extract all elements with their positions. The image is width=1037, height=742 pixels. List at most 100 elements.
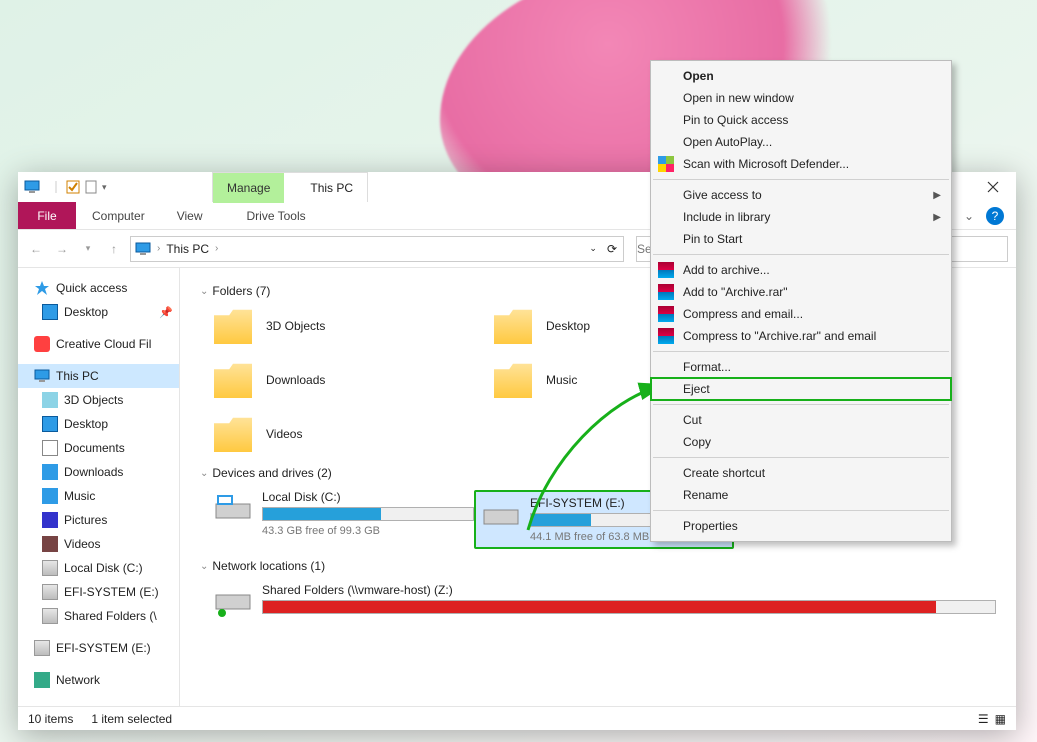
network-section-header[interactable]: ⌄Network locations (1) bbox=[200, 559, 996, 573]
desktop-icon bbox=[42, 416, 58, 432]
menu-give-access[interactable]: Give access to▶ bbox=[651, 184, 951, 206]
computer-tab[interactable]: Computer bbox=[76, 202, 161, 229]
status-count: 10 items bbox=[28, 712, 73, 726]
view-tab[interactable]: View bbox=[161, 202, 219, 229]
drive-usage-bar bbox=[262, 507, 474, 521]
address-sep-icon[interactable]: › bbox=[157, 243, 160, 254]
folder-label: 3D Objects bbox=[266, 319, 325, 333]
file-tab[interactable]: File bbox=[18, 202, 76, 229]
disk-icon bbox=[214, 494, 252, 524]
folder-label: Desktop bbox=[546, 319, 590, 333]
sidebar-music[interactable]: Music bbox=[18, 484, 179, 508]
sidebar-item-label: EFI-SYSTEM (E:) bbox=[56, 641, 151, 655]
sidebar-efi[interactable]: EFI-SYSTEM (E:) bbox=[18, 580, 179, 604]
qat-doc-icon[interactable] bbox=[84, 180, 98, 194]
sidebar-item-label: Desktop bbox=[64, 417, 108, 431]
menu-label: Compress and email... bbox=[683, 307, 803, 321]
menu-separator bbox=[653, 179, 949, 180]
menu-rename[interactable]: Rename bbox=[651, 484, 951, 506]
nav-up-button[interactable]: ↑ bbox=[104, 239, 124, 259]
nav-recent-button[interactable]: ▾ bbox=[78, 239, 98, 259]
folder-label: Downloads bbox=[266, 373, 325, 387]
ribbon-help-area: ⌄ ? bbox=[964, 202, 1016, 229]
help-icon[interactable]: ? bbox=[986, 207, 1004, 225]
sidebar-local-c[interactable]: Local Disk (C:) bbox=[18, 556, 179, 580]
sidebar-pictures[interactable]: Pictures bbox=[18, 508, 179, 532]
close-button[interactable] bbox=[970, 172, 1016, 202]
sidebar-documents[interactable]: Documents bbox=[18, 436, 179, 460]
menu-compress-email[interactable]: Compress and email... bbox=[651, 303, 951, 325]
menu-open[interactable]: Open bbox=[651, 65, 951, 87]
sidebar-item-label: EFI-SYSTEM (E:) bbox=[64, 585, 159, 599]
window-title: This PC bbox=[296, 173, 367, 203]
ribbon-collapse-icon[interactable]: ⌄ bbox=[964, 209, 974, 223]
sidebar-efi2[interactable]: EFI-SYSTEM (E:) bbox=[18, 636, 179, 660]
sidebar-3d-objects[interactable]: 3D Objects bbox=[18, 388, 179, 412]
sidebar-creative-cloud[interactable]: Creative Cloud Fil bbox=[18, 332, 179, 356]
qat-checkbox-icon[interactable] bbox=[66, 180, 80, 194]
menu-copy[interactable]: Copy bbox=[651, 431, 951, 453]
sidebar-item-label: Network bbox=[56, 673, 100, 687]
refresh-button[interactable]: ⟳ bbox=[607, 242, 617, 256]
menu-cut[interactable]: Cut bbox=[651, 409, 951, 431]
folder-videos[interactable]: Videos bbox=[214, 416, 494, 452]
menu-include-library[interactable]: Include in library▶ bbox=[651, 206, 951, 228]
address-sep2-icon[interactable]: › bbox=[215, 243, 218, 254]
menu-format[interactable]: Format... bbox=[651, 356, 951, 378]
menu-pin-start[interactable]: Pin to Start bbox=[651, 228, 951, 250]
status-view-switcher: ☰ ▦ bbox=[978, 712, 1006, 726]
view-thumbs-icon[interactable]: ▦ bbox=[995, 712, 1006, 726]
menu-separator bbox=[653, 457, 949, 458]
sidebar-shared[interactable]: Shared Folders (\ bbox=[18, 604, 179, 628]
sidebar-desktop[interactable]: Desktop📌 bbox=[18, 300, 179, 324]
nav-back-button[interactable]: ← bbox=[26, 239, 46, 259]
chevron-down-icon: ⌄ bbox=[200, 561, 208, 572]
qat-overflow-icon[interactable]: ▾ bbox=[102, 182, 107, 193]
sidebar-desktop2[interactable]: Desktop bbox=[18, 412, 179, 436]
menu-add-rar[interactable]: Add to "Archive.rar" bbox=[651, 281, 951, 303]
document-icon bbox=[42, 440, 58, 456]
menu-separator bbox=[653, 351, 949, 352]
nav-sidebar[interactable]: Quick access Desktop📌 Creative Cloud Fil… bbox=[18, 268, 180, 706]
netdrive-icon bbox=[42, 608, 58, 624]
chevron-down-icon: ⌄ bbox=[200, 468, 208, 479]
menu-scan-defender[interactable]: Scan with Microsoft Defender... bbox=[651, 153, 951, 175]
drive-local-c[interactable]: Local Disk (C:) 43.3 GB free of 99.3 GB bbox=[214, 490, 474, 549]
drive-subtext: 43.3 GB free of 99.3 GB bbox=[262, 525, 474, 537]
folder-downloads[interactable]: Downloads bbox=[214, 362, 494, 398]
address-dropdown-icon[interactable]: ⌄ bbox=[589, 243, 597, 254]
close-icon bbox=[987, 181, 999, 193]
sidebar-item-label: This PC bbox=[56, 369, 99, 383]
drive-tools-tab[interactable]: Drive Tools bbox=[230, 202, 321, 229]
sidebar-item-label: Desktop bbox=[64, 305, 108, 319]
menu-open-new-window[interactable]: Open in new window bbox=[651, 87, 951, 109]
winrar-icon bbox=[658, 262, 674, 278]
manage-context-tab[interactable]: Manage bbox=[213, 173, 284, 203]
sidebar-downloads[interactable]: Downloads bbox=[18, 460, 179, 484]
sidebar-this-pc[interactable]: This PC bbox=[18, 364, 179, 388]
qat: ▾ bbox=[24, 179, 107, 195]
sidebar-videos[interactable]: Videos bbox=[18, 532, 179, 556]
menu-separator bbox=[653, 404, 949, 405]
star-icon bbox=[34, 280, 50, 296]
address-bar[interactable]: › This PC › ⌄ ⟳ bbox=[130, 236, 624, 262]
nav-forward-button[interactable]: → bbox=[52, 239, 72, 259]
menu-compress-rar-email[interactable]: Compress to "Archive.rar" and email bbox=[651, 325, 951, 347]
address-location[interactable]: This PC bbox=[166, 242, 209, 256]
menu-properties[interactable]: Properties bbox=[651, 515, 951, 537]
sidebar-network[interactable]: Network bbox=[18, 668, 179, 692]
sidebar-quick-access[interactable]: Quick access bbox=[18, 276, 179, 300]
menu-label: Compress to "Archive.rar" and email bbox=[683, 329, 876, 343]
view-details-icon[interactable]: ☰ bbox=[978, 712, 989, 726]
address-controls: ⌄ ⟳ bbox=[589, 242, 623, 256]
desktop-icon bbox=[42, 304, 58, 320]
menu-create-shortcut[interactable]: Create shortcut bbox=[651, 462, 951, 484]
folder-3d-objects[interactable]: 3D Objects bbox=[214, 308, 494, 344]
menu-eject[interactable]: Eject bbox=[651, 378, 951, 400]
section-label: Devices and drives (2) bbox=[212, 466, 331, 480]
menu-open-autoplay[interactable]: Open AutoPlay... bbox=[651, 131, 951, 153]
menu-add-archive[interactable]: Add to archive... bbox=[651, 259, 951, 281]
menu-pin-quick-access[interactable]: Pin to Quick access bbox=[651, 109, 951, 131]
folder-label: Music bbox=[546, 373, 577, 387]
network-shared-folders[interactable]: Shared Folders (\\vmware-host) (Z:) bbox=[214, 583, 996, 617]
